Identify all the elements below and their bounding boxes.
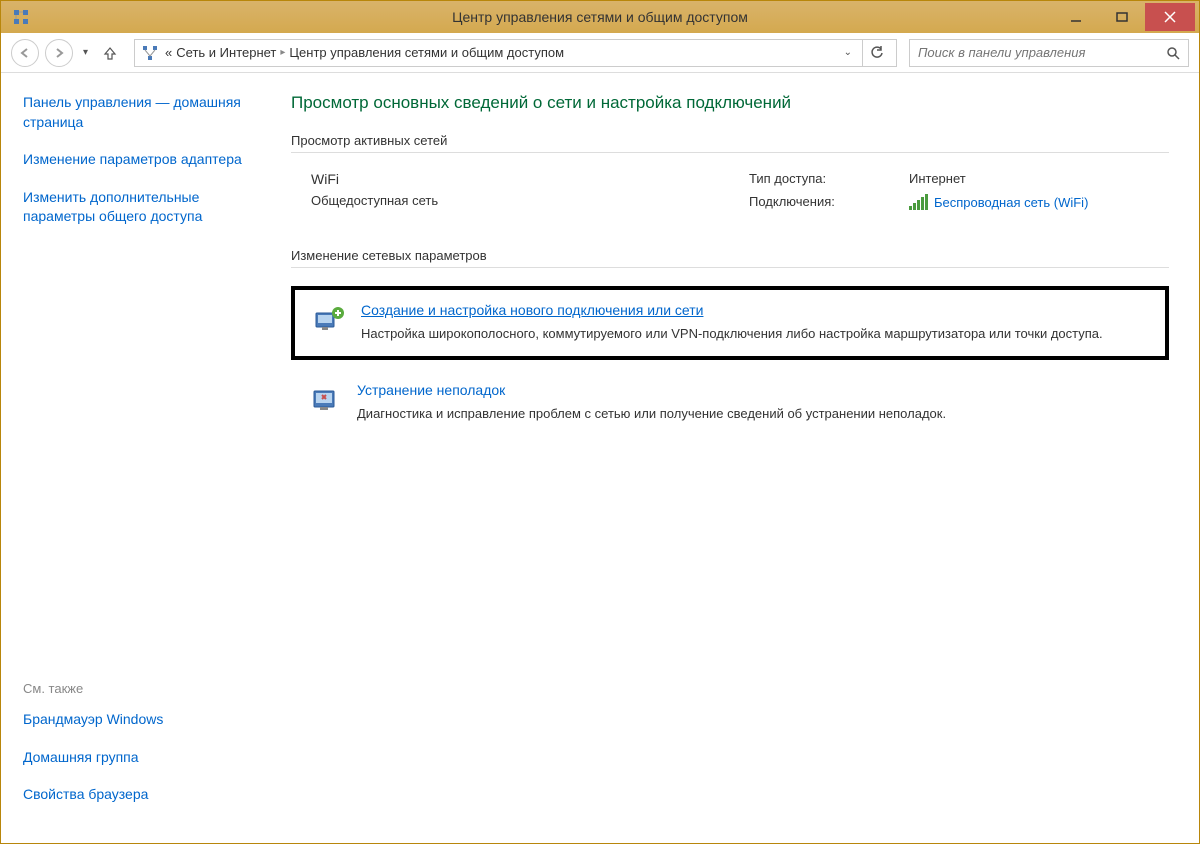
address-bar[interactable]: « Сеть и Интернет ▸ Центр управления сет…: [134, 39, 897, 67]
active-networks-header: Просмотр активных сетей: [291, 133, 1169, 153]
access-type-label: Тип доступа:: [749, 171, 909, 186]
chevron-right-icon: ▸: [280, 47, 285, 58]
window-title: Центр управления сетями и общим доступом: [452, 9, 748, 25]
access-type-row: Тип доступа: Интернет: [749, 171, 1149, 186]
search-box[interactable]: [909, 39, 1189, 67]
settings-item-troubleshoot[interactable]: Устранение неполадок Диагностика и испра…: [291, 370, 1169, 436]
troubleshoot-link[interactable]: Устранение неполадок: [357, 382, 505, 398]
connections-label: Подключения:: [749, 194, 909, 210]
sidebar-link-adapter[interactable]: Изменение параметров адаптера: [23, 150, 259, 170]
network-properties: Тип доступа: Интернет Подключения:: [749, 171, 1149, 218]
network-type: Общедоступная сеть: [311, 193, 749, 208]
main-panel: Просмотр основных сведений о сети и наст…: [281, 73, 1199, 843]
up-button[interactable]: [98, 41, 122, 65]
search-input[interactable]: [918, 45, 1166, 60]
forward-button[interactable]: [45, 39, 73, 67]
breadcrumb: « Сеть и Интернет ▸ Центр управления сет…: [165, 45, 838, 60]
app-icon: [11, 7, 31, 27]
settings-item-new-connection[interactable]: Создание и настройка нового подключения …: [291, 286, 1169, 360]
see-also-browser[interactable]: Свойства браузера: [23, 785, 259, 805]
back-button[interactable]: [11, 39, 39, 67]
refresh-button[interactable]: [862, 39, 890, 67]
new-connection-icon: [311, 302, 347, 338]
window-controls: [1053, 3, 1195, 31]
titlebar: Центр управления сетями и общим доступом: [1, 1, 1199, 33]
network-info: WiFi Общедоступная сеть Тип доступа: Инт…: [291, 171, 1169, 248]
connection-link-text: Беспроводная сеть (WiFi): [934, 195, 1088, 210]
settings-text: Устранение неполадок Диагностика и испра…: [357, 382, 1153, 424]
network-icon: [141, 44, 159, 62]
troubleshoot-desc: Диагностика и исправление проблем с сеть…: [357, 404, 1153, 424]
page-title: Просмотр основных сведений о сети и наст…: [291, 93, 1169, 113]
wifi-signal-icon: [909, 194, 928, 210]
access-type-value: Интернет: [909, 171, 966, 186]
sidebar-link-home[interactable]: Панель управления — домашняя страница: [23, 93, 259, 132]
window: Центр управления сетями и общим доступом…: [0, 0, 1200, 844]
see-also-heading: См. также: [23, 681, 259, 696]
address-dropdown-icon[interactable]: ⌄: [844, 47, 852, 58]
breadcrumb-prefix: «: [165, 45, 172, 60]
new-connection-desc: Настройка широкополосного, коммутируемог…: [361, 324, 1149, 344]
toolbar: ▾ « Сеть и Интернет ▸ Центр управления с…: [1, 33, 1199, 73]
sidebar-spacer: [23, 245, 259, 681]
see-also-homegroup[interactable]: Домашняя группа: [23, 748, 259, 768]
history-dropdown-icon[interactable]: ▾: [83, 47, 88, 58]
breadcrumb-level1[interactable]: Сеть и Интернет: [176, 45, 276, 60]
network-identity: WiFi Общедоступная сеть: [311, 171, 749, 218]
sidebar-link-sharing[interactable]: Изменить дополнительные параметры общего…: [23, 188, 259, 227]
close-button[interactable]: [1145, 3, 1195, 31]
troubleshoot-icon: [307, 382, 343, 418]
new-connection-link[interactable]: Создание и настройка нового подключения …: [361, 302, 703, 318]
breadcrumb-level2[interactable]: Центр управления сетями и общим доступом: [289, 45, 564, 60]
sidebar: Панель управления — домашняя страница Из…: [1, 73, 281, 843]
maximize-button[interactable]: [1099, 3, 1145, 31]
settings-text: Создание и настройка нового подключения …: [361, 302, 1149, 344]
network-name: WiFi: [311, 171, 749, 187]
see-also-firewall[interactable]: Брандмауэр Windows: [23, 710, 259, 730]
content-area: Панель управления — домашняя страница Из…: [1, 73, 1199, 843]
connections-row: Подключения: Беспроводная сеть (WiFi): [749, 194, 1149, 210]
search-icon[interactable]: [1166, 46, 1180, 60]
minimize-button[interactable]: [1053, 3, 1099, 31]
change-settings-header: Изменение сетевых параметров: [291, 248, 1169, 268]
connection-link[interactable]: Беспроводная сеть (WiFi): [909, 194, 1088, 210]
